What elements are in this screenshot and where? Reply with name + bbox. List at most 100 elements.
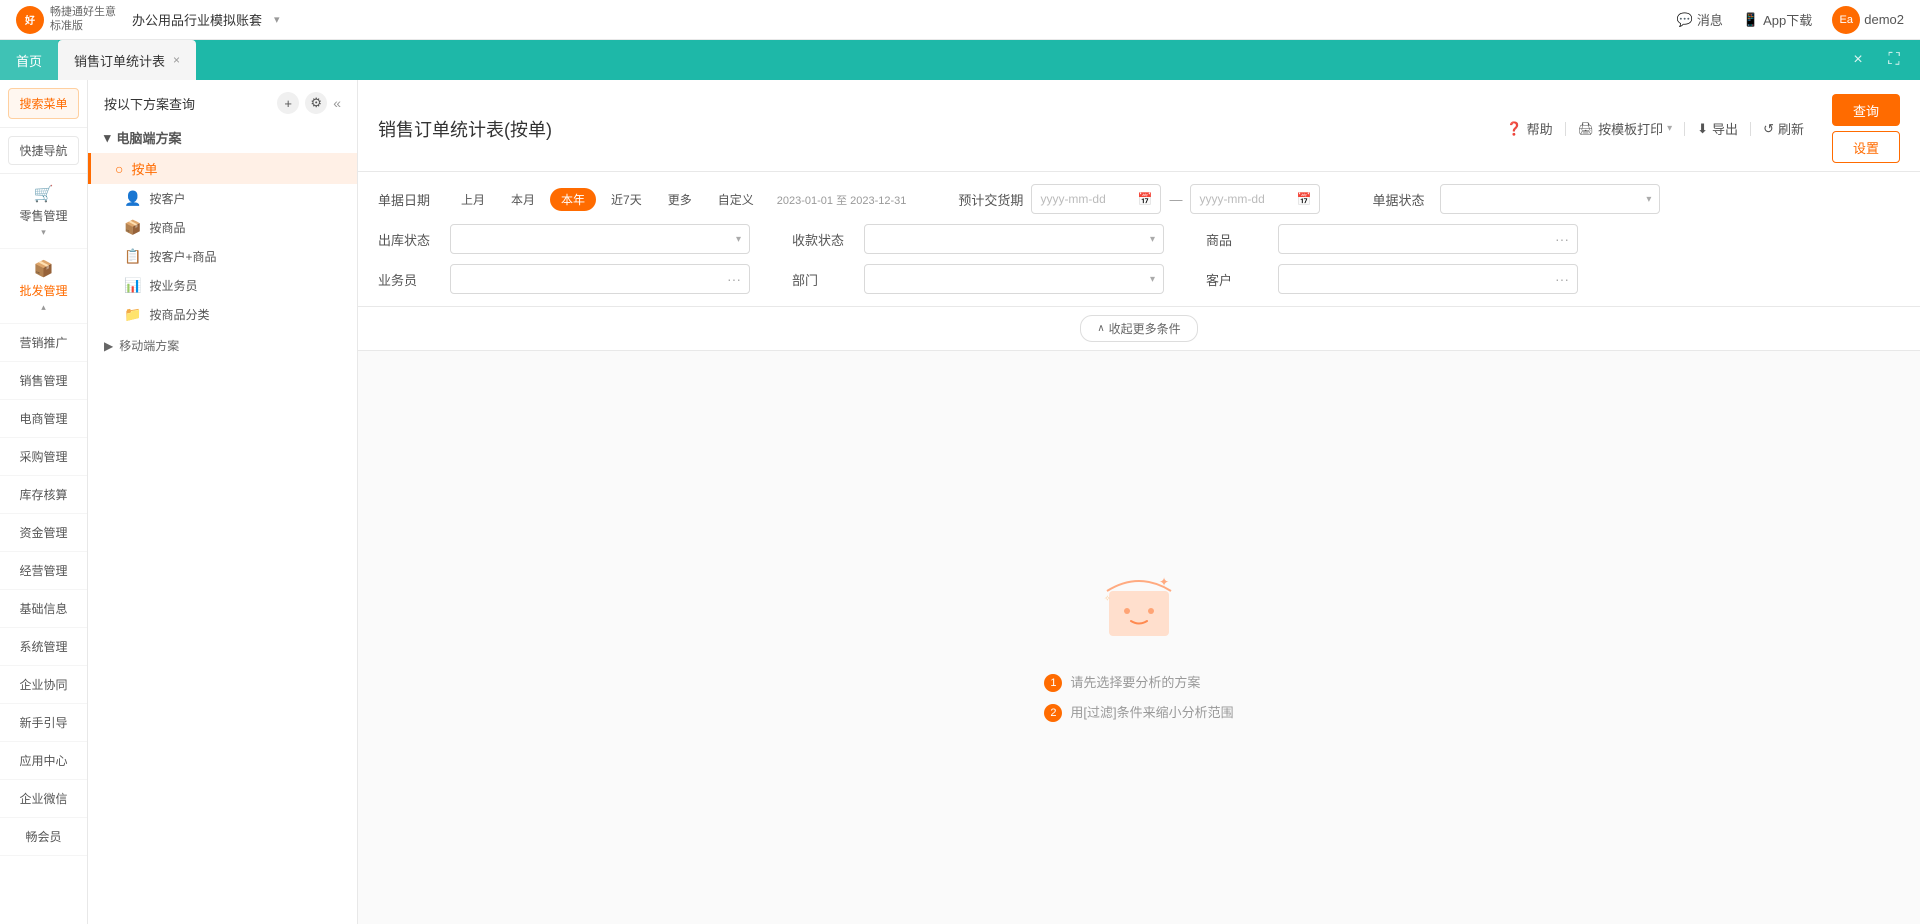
date-label: 单据日期 (378, 190, 438, 209)
step-num-1: 1 (1044, 674, 1062, 692)
category-icon: 📁 (124, 306, 141, 323)
add-scheme-btn[interactable]: + (277, 92, 299, 114)
sidebar-item-retail[interactable]: 🛒 零售管理 ▾ (0, 174, 87, 249)
date-custom-tag[interactable]: 自定义 (707, 188, 765, 211)
filter-settings-btn[interactable]: 设置 (1832, 131, 1900, 163)
date-range-group: 2023-01-01 至 2023-12-31 (777, 190, 907, 208)
receive-status-select[interactable]: ▾ (864, 224, 1164, 254)
sidebar-item-system[interactable]: 系统管理 (0, 628, 87, 666)
date-this-year-tag[interactable]: 本年 (550, 188, 596, 211)
tab-maximize-btn[interactable]: ⛶ (1880, 46, 1908, 74)
empty-illustration: ✦ ✧ (1089, 546, 1189, 646)
sidebar-item-appcenter[interactable]: 应用中心 (0, 742, 87, 780)
top-bar-right: 💬 消息 📱 App下载 Ea demo2 (1677, 6, 1904, 34)
sidebar-item-ecommerce[interactable]: 电商管理 (0, 400, 87, 438)
status-group: 单据状态 ▾ (1372, 184, 1660, 214)
tab-close-icon[interactable]: × (173, 53, 180, 67)
settings-scheme-btn[interactable]: ⚙ (305, 92, 327, 114)
customer-select[interactable]: ··· (1278, 264, 1578, 294)
out-status-label: 出库状态 (378, 230, 438, 249)
goods-more-icon[interactable]: ··· (1555, 231, 1569, 247)
tree-item-by-customer[interactable]: 👤 按客户 (88, 184, 357, 213)
date-prev-month-tag[interactable]: 上月 (450, 188, 496, 211)
status-select[interactable]: ▾ (1440, 184, 1660, 214)
tree-item-by-salesman[interactable]: 📊 按业务员 (88, 271, 357, 300)
left-panel: 按以下方案查询 + ⚙ « ▾ 电脑端方案 ○ 按单 👤 按客户 📦 (88, 80, 358, 924)
empty-state: ✦ ✧ 1 请先选择要分析的方案 2 用[过滤]条件来缩小分析范围 (358, 351, 1920, 924)
divider-1 (1565, 122, 1566, 136)
app-download-btn[interactable]: 📱 App下载 (1743, 10, 1812, 29)
phone-icon: 📱 (1743, 12, 1759, 28)
avatar: Ea (1832, 6, 1860, 34)
expected-date-start-input[interactable]: yyyy-mm-dd 📅 (1031, 184, 1161, 214)
left-panel-actions: + ⚙ « (277, 92, 341, 114)
tree-item-by-goods[interactable]: 📦 按商品 (88, 213, 357, 242)
right-main: 销售订单统计表(按单) ❓ 帮助 🖨 按模板打印 ▾ ⬇ (358, 80, 1920, 924)
query-btn-group: 查询 设置 (1832, 94, 1900, 163)
sidebar-item-collab[interactable]: 企业协同 (0, 666, 87, 704)
page-title: 销售订单统计表(按单) (378, 116, 552, 142)
sidebar-item-marketing[interactable]: 营销推广 (0, 324, 87, 362)
content-area: 按以下方案查询 + ⚙ « ▾ 电脑端方案 ○ 按单 👤 按客户 📦 (88, 80, 1920, 924)
collapse-more-btn[interactable]: ∧ 收起更多条件 (1080, 315, 1197, 342)
date-separator: — (1169, 192, 1182, 207)
logo-area: 好 畅捷通好生意 标准版 (16, 6, 116, 34)
business-label: 业务员 (378, 270, 438, 289)
tab-sales-order[interactable]: 销售订单统计表 × (58, 40, 196, 80)
svg-text:✧: ✧ (1104, 594, 1111, 603)
status-select-arrow: ▾ (1646, 194, 1651, 205)
refresh-btn[interactable]: ↺ 刷新 (1763, 119, 1804, 138)
message-btn[interactable]: 💬 消息 (1677, 10, 1723, 29)
tree-group-pc[interactable]: ▾ 电脑端方案 (88, 122, 357, 153)
tree-item-by-customer-goods[interactable]: 📋 按客户+商品 (88, 242, 357, 271)
collapse-panel-btn[interactable]: « (333, 95, 341, 111)
goods-icon: 📦 (124, 219, 141, 236)
sidebar-quick-section: 快捷导航 (0, 128, 87, 174)
date-filter-group: 上月 本月 本年 近7天 更多 自定义 (450, 188, 765, 211)
sidebar-item-newbie[interactable]: 新手引导 (0, 704, 87, 742)
date-7days-tag[interactable]: 近7天 (600, 188, 653, 211)
customer-label: 客户 (1206, 270, 1266, 289)
sidebar: 搜索菜单 快捷导航 🛒 零售管理 ▾ 📦 批发管理 ▴ 营销推广 销售管理 电商… (0, 80, 88, 924)
business-more-icon[interactable]: ··· (727, 271, 741, 287)
sidebar-item-finance[interactable]: 资金管理 (0, 514, 87, 552)
receive-status-arrow: ▾ (1150, 234, 1155, 245)
tree-item-by-order[interactable]: ○ 按单 (88, 153, 357, 184)
sidebar-item-purchase[interactable]: 采购管理 (0, 438, 87, 476)
calendar-icon-end: 📅 (1296, 192, 1311, 206)
sidebar-item-wechat[interactable]: 企业微信 (0, 780, 87, 818)
export-btn[interactable]: ⬇ 导出 (1697, 119, 1738, 138)
quick-nav-btn[interactable]: 快捷导航 (8, 136, 79, 165)
business-select[interactable]: ··· (450, 264, 750, 294)
print-btn[interactable]: 🖨 按模板打印 ▾ (1578, 119, 1673, 138)
out-status-select[interactable]: ▾ (450, 224, 750, 254)
search-menu-btn[interactable]: 搜索菜单 (8, 88, 79, 119)
customer-more-icon[interactable]: ··· (1555, 271, 1569, 287)
export-icon: ⬇ (1697, 121, 1708, 137)
sidebar-item-operation[interactable]: 经营管理 (0, 552, 87, 590)
empty-step-2: 2 用[过滤]条件来缩小分析范围 (1044, 700, 1233, 726)
expected-date-end-input[interactable]: yyyy-mm-dd 📅 (1190, 184, 1320, 214)
tree-item-by-category[interactable]: 📁 按商品分类 (88, 300, 357, 329)
filter-row-date: 单据日期 上月 本月 本年 近7天 更多 自定义 2023-01-01 至 20… (378, 184, 1900, 214)
tab-minimize-btn[interactable]: × (1844, 46, 1872, 74)
dept-select-arrow: ▾ (1150, 274, 1155, 285)
message-icon: 💬 (1677, 12, 1693, 28)
order-icon: ○ (115, 161, 123, 177)
sidebar-item-wholesale[interactable]: 📦 批发管理 ▴ (0, 249, 87, 324)
wholesale-icon: 📦 (34, 259, 54, 279)
sidebar-item-basic[interactable]: 基础信息 (0, 590, 87, 628)
query-btn[interactable]: 查询 (1832, 94, 1900, 126)
sidebar-item-inventory[interactable]: 库存核算 (0, 476, 87, 514)
sidebar-item-member[interactable]: 畅会员 (0, 818, 87, 856)
sidebar-item-sales[interactable]: 销售管理 (0, 362, 87, 400)
app-title-arrow[interactable]: ▾ (274, 13, 280, 26)
help-btn[interactable]: ❓ 帮助 (1506, 119, 1552, 138)
goods-select[interactable]: ··· (1278, 224, 1578, 254)
date-this-month-tag[interactable]: 本月 (500, 188, 546, 211)
tab-home[interactable]: 首页 (0, 40, 58, 80)
user-menu[interactable]: Ea demo2 (1832, 6, 1904, 34)
tree-group-mobile[interactable]: ▶ 移动端方案 (88, 329, 357, 362)
dept-select[interactable]: ▾ (864, 264, 1164, 294)
date-more-tag[interactable]: 更多 (657, 188, 703, 211)
